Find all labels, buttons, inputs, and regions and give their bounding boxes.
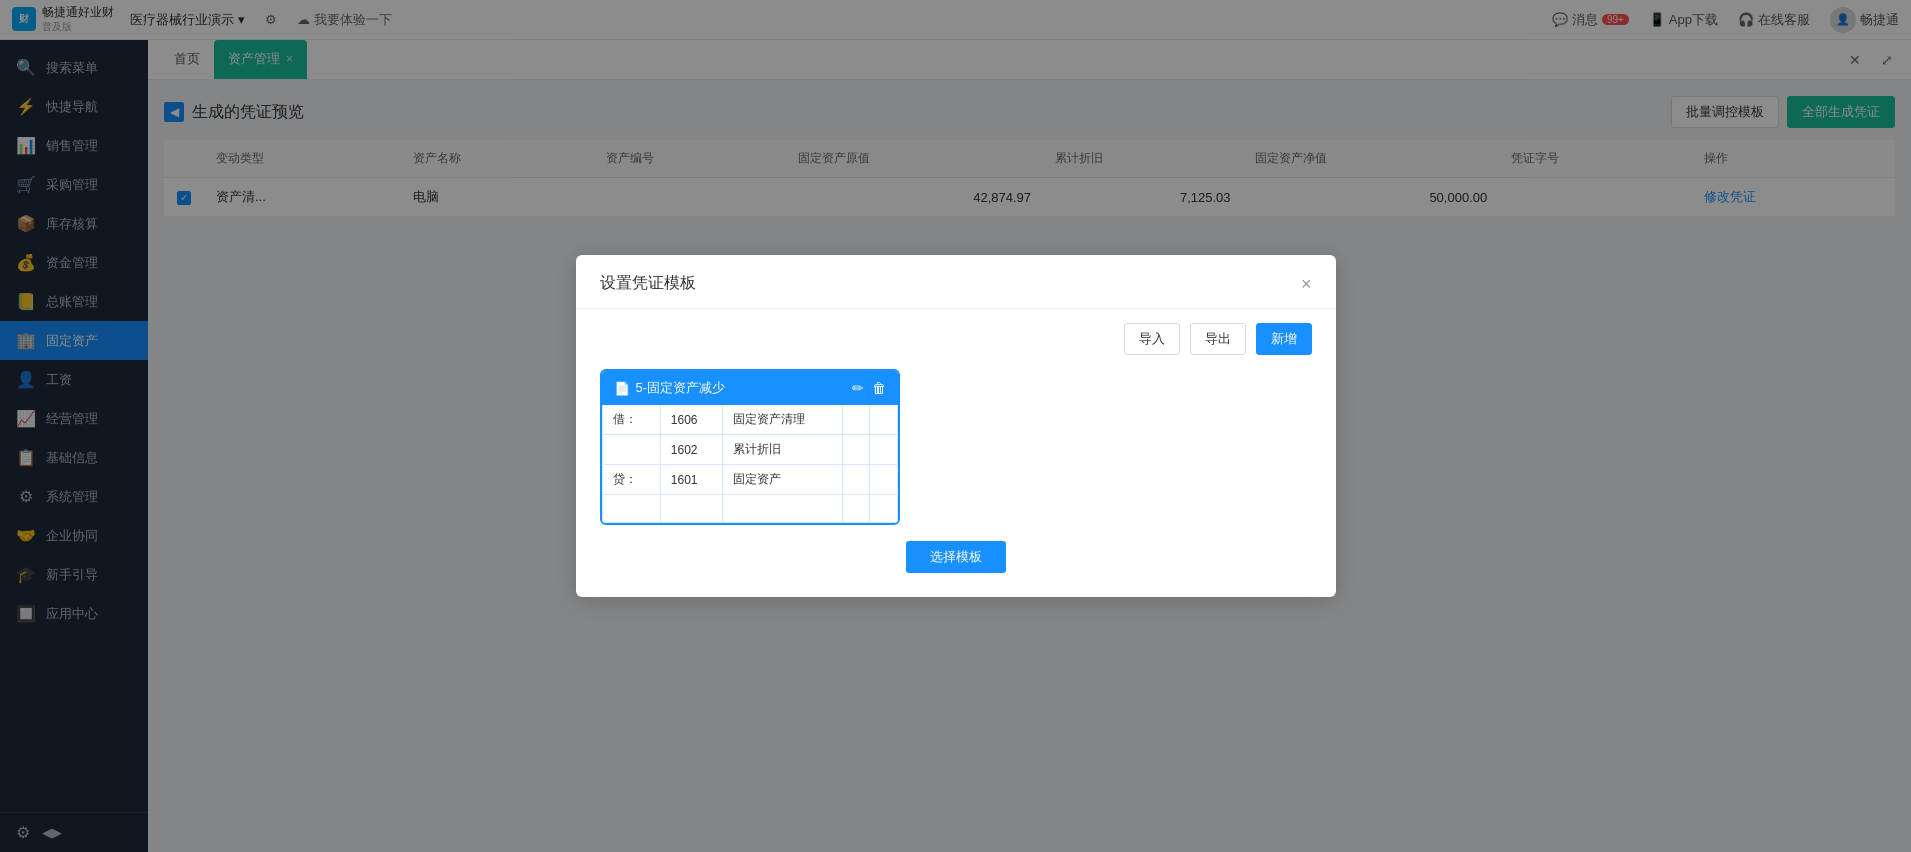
template-entries-table: 借： 1606 固定资产清理 1602 累计折旧	[602, 405, 898, 523]
entry-credit	[870, 465, 897, 495]
template-doc-icon: 📄	[614, 381, 630, 396]
entry-name: 累计折旧	[722, 435, 842, 465]
modal-toolbar: 导入 导出 新增	[576, 309, 1336, 369]
entry-empty-3	[722, 495, 842, 523]
entry-code: 1602	[660, 435, 722, 465]
app-wrapper: 财 畅捷通好业财 普及版 医疗器械行业演示 ▾ ⚙ ☁ 我要体验一下 💬 消息 …	[0, 0, 1911, 852]
entry-empty-1	[602, 495, 660, 523]
modal-title: 设置凭证模板	[600, 273, 696, 294]
entry-credit	[870, 435, 897, 465]
entry-side: 贷：	[602, 465, 660, 495]
template-card-header: 📄 5-固定资产减少 ✏ 🗑	[602, 371, 898, 405]
select-template-btn[interactable]: 选择模板	[906, 541, 1006, 573]
modal-header: 设置凭证模板 ×	[576, 255, 1336, 309]
template-entry-empty-row	[602, 495, 897, 523]
template-entries-body: 借： 1606 固定资产清理 1602 累计折旧	[602, 405, 897, 523]
entry-name: 固定资产清理	[722, 405, 842, 435]
entry-name: 固定资产	[722, 465, 842, 495]
modal-body: 📄 5-固定资产减少 ✏ 🗑 借： 1606	[576, 369, 1336, 597]
entry-side: 借：	[602, 405, 660, 435]
new-template-btn[interactable]: 新增	[1256, 323, 1312, 355]
entry-credit	[870, 405, 897, 435]
entry-debit	[843, 405, 870, 435]
modal-close-btn[interactable]: ×	[1301, 275, 1312, 293]
entry-code: 1606	[660, 405, 722, 435]
entry-empty-5	[870, 495, 897, 523]
template-card-actions: ✏ 🗑	[852, 380, 886, 396]
entry-empty-2	[660, 495, 722, 523]
entry-code: 1601	[660, 465, 722, 495]
entry-side	[602, 435, 660, 465]
entry-debit	[843, 435, 870, 465]
entry-debit	[843, 465, 870, 495]
template-name: 5-固定资产减少	[636, 379, 726, 397]
template-entry-row: 1602 累计折旧	[602, 435, 897, 465]
template-edit-btn[interactable]: ✏	[852, 380, 864, 396]
template-card: 📄 5-固定资产减少 ✏ 🗑 借： 1606	[600, 369, 900, 525]
template-entry-row: 借： 1606 固定资产清理	[602, 405, 897, 435]
template-entry-row: 贷： 1601 固定资产	[602, 465, 897, 495]
entry-empty-4	[843, 495, 870, 523]
export-btn[interactable]: 导出	[1190, 323, 1246, 355]
template-header-title: 📄 5-固定资产减少	[614, 379, 726, 397]
import-btn[interactable]: 导入	[1124, 323, 1180, 355]
voucher-template-modal: 设置凭证模板 × 导入 导出 新增 📄 5-固定资产减少 ✏	[576, 255, 1336, 597]
template-delete-btn[interactable]: 🗑	[872, 380, 886, 396]
modal-overlay[interactable]: 设置凭证模板 × 导入 导出 新增 📄 5-固定资产减少 ✏	[0, 0, 1911, 852]
